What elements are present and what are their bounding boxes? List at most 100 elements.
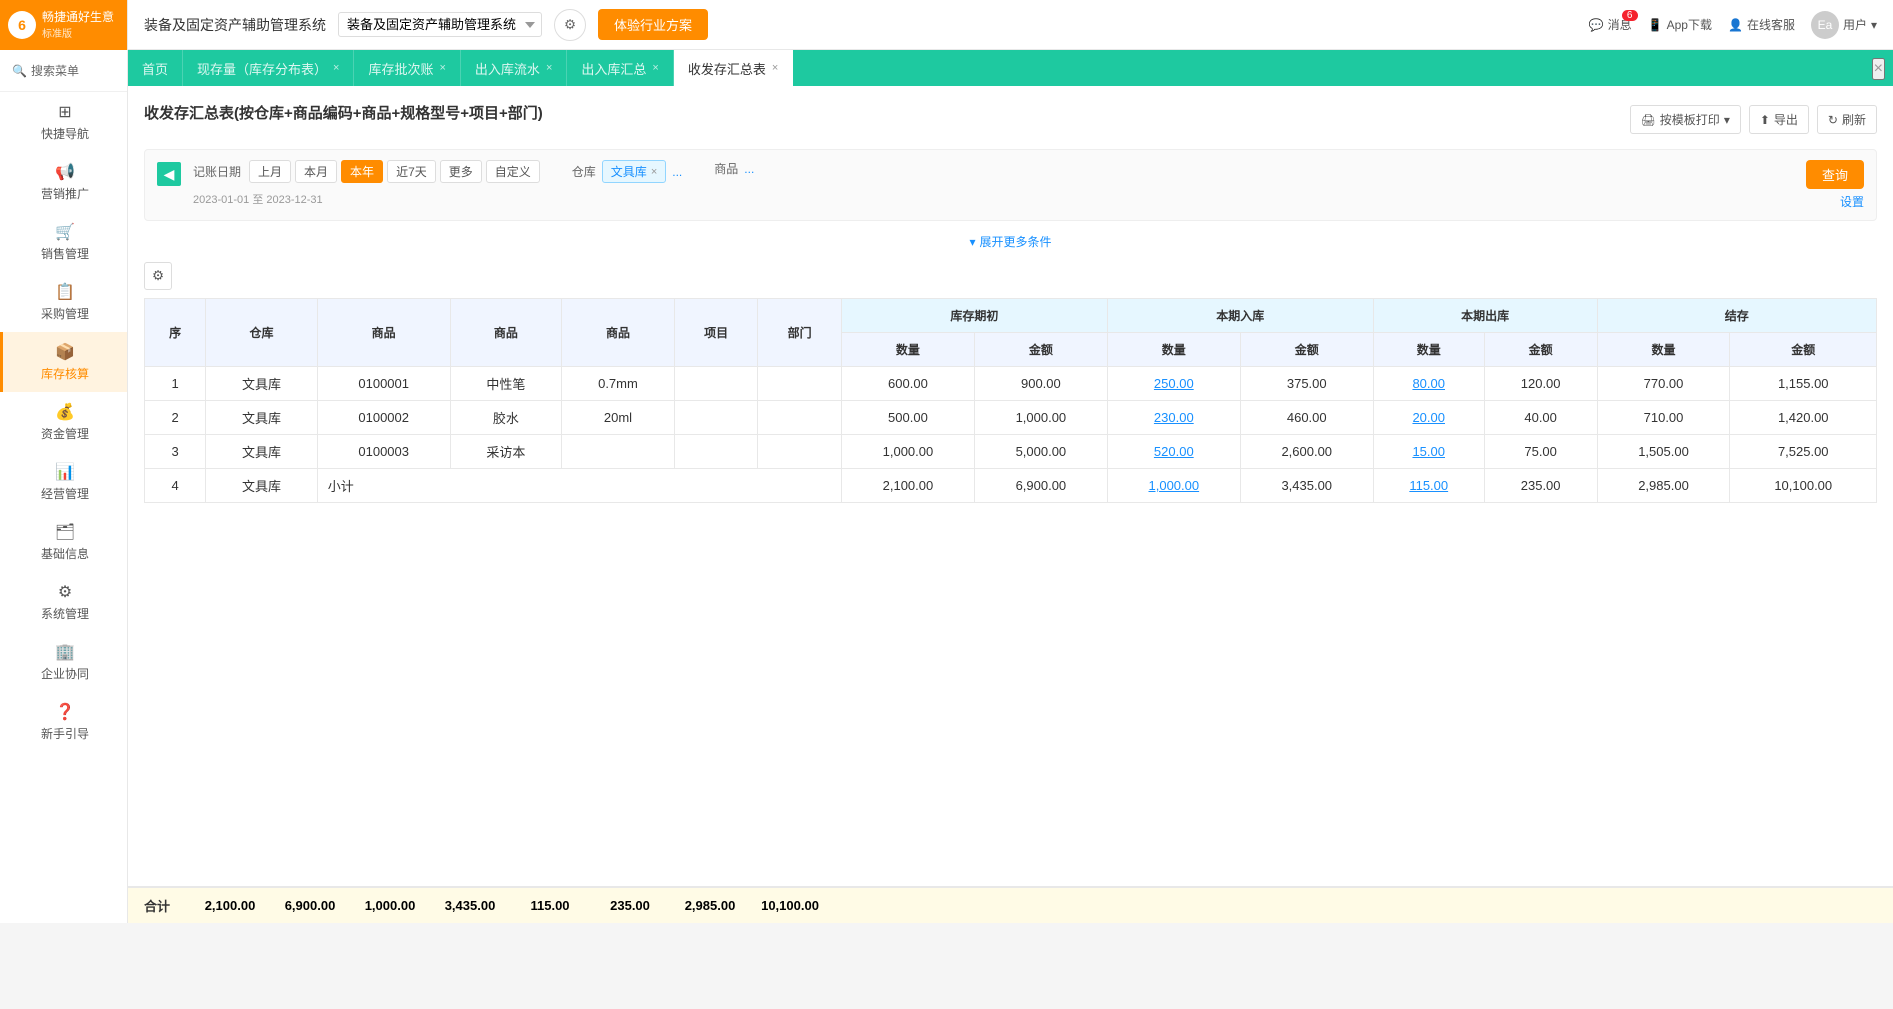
cell-project [674, 435, 758, 469]
app-download-button[interactable]: 📱 App下载 [1648, 16, 1712, 33]
sidebar-item-guide[interactable]: ❓ 新手引导 [0, 692, 127, 752]
warehouse-ellipsis[interactable]: ... [672, 165, 682, 179]
tab-batch[interactable]: 库存批次账 × [354, 50, 460, 86]
warehouse-tag-text: 文具库 [611, 163, 647, 180]
tab-recv-send[interactable]: 收发存汇总表 × [674, 50, 793, 86]
filter-expand-button[interactable]: ◀ [157, 162, 181, 186]
tab-inout-summary[interactable]: 出入库汇总 × [567, 50, 673, 86]
date-this-month-button[interactable]: 本月 [295, 160, 337, 183]
print-icon: 🖨 [1641, 113, 1656, 127]
cell-department [758, 401, 842, 435]
inventory-icon: 📦 [55, 342, 75, 362]
sidebar-item-basic-info[interactable]: 🗂 基础信息 [0, 512, 127, 572]
sidebar-item-system[interactable]: ⚙ 系统管理 [0, 572, 127, 632]
sidebar-item-label: 基础信息 [41, 545, 89, 562]
user-button[interactable]: Ea 用户 ▾ [1811, 11, 1877, 39]
system-select[interactable]: 装备及固定资产辅助管理系统 [338, 12, 542, 37]
enterprise-icon: 🏢 [55, 642, 75, 662]
cell-in-qty[interactable]: 250.00 [1107, 367, 1240, 401]
cell-goods-code: 0100003 [317, 435, 450, 469]
warehouse-tag-close[interactable]: × [651, 166, 657, 178]
chevron-down-icon: ▾ [1724, 113, 1730, 127]
tab-inout-flow[interactable]: 出入库流水 × [461, 50, 567, 86]
date-more-button[interactable]: 更多 [440, 160, 482, 183]
app-download-label: App下载 [1667, 16, 1712, 33]
table-settings-button[interactable]: ⚙ [144, 262, 172, 290]
tab-batch-label: 库存批次账 [368, 59, 433, 78]
expand-more-button[interactable]: ▾ 展开更多条件 [969, 233, 1051, 250]
export-button[interactable]: ⬆ 导出 [1749, 105, 1809, 134]
filter-settings-link[interactable]: 设置 [1840, 193, 1864, 210]
cell-seq: 3 [145, 435, 206, 469]
sidebar-item-label: 营销推广 [41, 185, 89, 202]
date-last-month-button[interactable]: 上月 [249, 160, 291, 183]
filter-bar: ◀ 记账日期 上月 本月 本年 近7天 更多 自定义 2023-01-01 至 … [144, 149, 1877, 221]
cell-goods-spec: 20ml [562, 401, 675, 435]
query-button[interactable]: 查询 [1806, 160, 1864, 189]
cell-out-qty[interactable]: 80.00 [1373, 367, 1484, 401]
cell-out-qty[interactable]: 15.00 [1373, 435, 1484, 469]
date-custom-button[interactable]: 自定义 [486, 160, 540, 183]
subtotal-out-amt: 235.00 [1484, 469, 1597, 503]
subtotal-open-amt: 6,900.00 [974, 469, 1107, 503]
tabbar-close-all-button[interactable]: × [1872, 58, 1885, 80]
cell-close-qty: 710.00 [1597, 401, 1730, 435]
sidebar-item-operations[interactable]: 📊 经营管理 [0, 452, 127, 512]
tab-batch-close[interactable]: × [439, 62, 445, 74]
tab-inout-flow-label: 出入库流水 [475, 59, 540, 78]
cell-seq: 1 [145, 367, 206, 401]
brand-name: 畅捷通好生意 [42, 10, 114, 26]
search-menu-button[interactable]: 🔍 搜索菜单 [8, 58, 119, 83]
subtotal-in-amt: 3,435.00 [1240, 469, 1373, 503]
cell-in-qty[interactable]: 520.00 [1107, 435, 1240, 469]
table-row: 3 文具库 0100003 采访本 1,000.00 5,000.00 520.… [145, 435, 1877, 469]
trial-button[interactable]: 体验行业方案 [598, 9, 708, 40]
th-in-amt: 金额 [1240, 333, 1373, 367]
date-7days-button[interactable]: 近7天 [387, 160, 436, 183]
total-label: 合计 [144, 896, 170, 915]
print-button[interactable]: 🖨 按模板打印 ▾ [1630, 105, 1741, 134]
tab-stock-dist[interactable]: 现存量（库存分布表） × [183, 50, 354, 86]
cell-close-amt: 1,155.00 [1730, 367, 1877, 401]
online-service-button[interactable]: 👤 在线客服 [1728, 16, 1795, 33]
sidebar-item-quick-nav[interactable]: ⊞ 快捷导航 [0, 92, 127, 152]
tab-recv-send-close[interactable]: × [772, 62, 778, 74]
sidebar-item-sales[interactable]: 🛒 销售管理 [0, 212, 127, 272]
goods-ellipsis[interactable]: ... [744, 162, 754, 176]
refresh-label: 刷新 [1842, 111, 1866, 128]
export-label: 导出 [1774, 111, 1798, 128]
th-in-qty: 数量 [1107, 333, 1240, 367]
cell-in-qty[interactable]: 230.00 [1107, 401, 1240, 435]
message-button[interactable]: 💬 消息 6 [1589, 16, 1632, 33]
basic-info-icon: 🗂 [55, 522, 75, 542]
expand-more-section: ▾ 展开更多条件 [144, 233, 1877, 250]
tab-home[interactable]: 首页 [128, 50, 183, 86]
tab-stock-dist-close[interactable]: × [333, 62, 339, 74]
refresh-button[interactable]: ↻ 刷新 [1817, 105, 1877, 134]
topbar-right: 💬 消息 6 📱 App下载 👤 在线客服 Ea 用户 ▾ [1589, 11, 1877, 39]
goods-filter: 商品 ... [714, 160, 754, 177]
cell-goods-code: 0100001 [317, 367, 450, 401]
cell-open-qty: 500.00 [841, 401, 974, 435]
cell-in-amt: 2,600.00 [1240, 435, 1373, 469]
guide-icon: ❓ [55, 702, 75, 722]
cell-goods-name: 中性笔 [450, 367, 561, 401]
th-goods-spec: 商品 [562, 299, 675, 367]
sidebar-item-enterprise[interactable]: 🏢 企业协同 [0, 632, 127, 692]
date-this-year-button[interactable]: 本年 [341, 160, 383, 183]
search-icon: 🔍 [12, 64, 27, 78]
cell-department [758, 435, 842, 469]
warehouse-tag[interactable]: 文具库 × [602, 160, 666, 183]
sidebar-item-finance[interactable]: 💰 资金管理 [0, 392, 127, 452]
tab-inout-flow-close[interactable]: × [546, 62, 552, 74]
topbar-settings-button[interactable]: ⚙ [554, 9, 586, 41]
sidebar-item-marketing[interactable]: 📢 营销推广 [0, 152, 127, 212]
sidebar-item-purchase[interactable]: 📋 采购管理 [0, 272, 127, 332]
sidebar-item-label: 库存核算 [41, 365, 89, 382]
cell-in-amt: 375.00 [1240, 367, 1373, 401]
sidebar-item-label: 企业协同 [41, 665, 89, 682]
sidebar-item-inventory[interactable]: 📦 库存核算 [0, 332, 127, 392]
tab-inout-summary-close[interactable]: × [652, 62, 658, 74]
cell-goods-spec: 0.7mm [562, 367, 675, 401]
cell-out-qty[interactable]: 20.00 [1373, 401, 1484, 435]
